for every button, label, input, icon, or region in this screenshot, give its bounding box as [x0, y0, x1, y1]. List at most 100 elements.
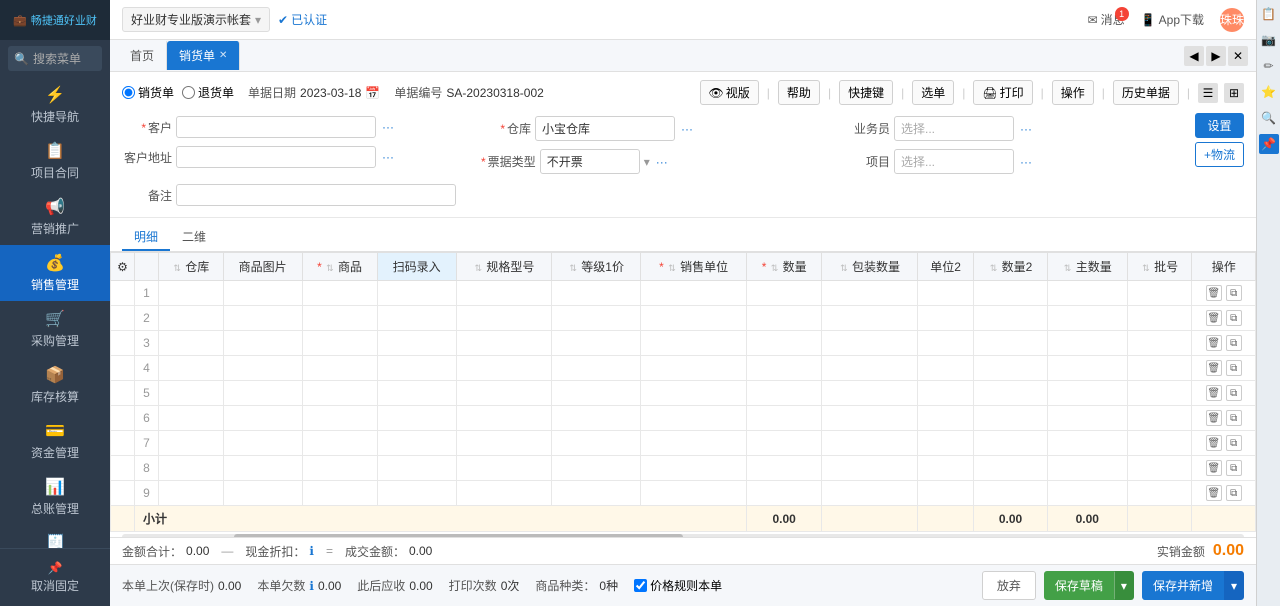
radio-return-input[interactable] [182, 86, 195, 99]
delete-row-2-btn[interactable]: 🗑 [1206, 310, 1222, 326]
td-bt-3[interactable] [1127, 331, 1192, 356]
app-download-button[interactable]: 📱 App下载 [1141, 11, 1204, 28]
radio-sale-input[interactable] [122, 86, 135, 99]
td-mq-3[interactable] [1047, 331, 1127, 356]
select-btn[interactable]: 选单 [912, 80, 954, 105]
td-price1-2[interactable] [552, 306, 641, 331]
delete-row-3-btn[interactable]: 🗑 [1206, 335, 1222, 351]
copy-row-9-btn[interactable]: ⧉ [1226, 485, 1242, 501]
td-qty-1[interactable] [747, 281, 822, 306]
th-sale-unit[interactable]: * ⇅ 销售单位 [641, 253, 747, 281]
td-spec-2[interactable] [456, 306, 552, 331]
td-warehouse-2[interactable] [159, 306, 224, 331]
company-selector[interactable]: 好业财专业版演示帐套 ▾ [122, 7, 270, 32]
save-draft-arrow-btn[interactable]: ▾ [1114, 571, 1134, 600]
sidebar-item-marketing[interactable]: 📢 营销推广 [0, 189, 110, 245]
th-product[interactable]: * ⇅ 商品 [302, 253, 377, 281]
td-barcode-1[interactable] [377, 281, 456, 306]
copy-row-4-btn[interactable]: ⧉ [1226, 360, 1242, 376]
panel-icon-1[interactable]: 📋 [1259, 4, 1279, 24]
td-batch-1[interactable] [1127, 281, 1192, 306]
tab-detail[interactable]: 明细 [122, 224, 170, 251]
th-qty2[interactable]: ⇅ 数量2 [974, 253, 1047, 281]
td-su-3[interactable] [641, 331, 747, 356]
tab-close-icon[interactable]: ✕ [219, 50, 227, 61]
panel-icon-5[interactable]: 🔍 [1259, 108, 1279, 128]
sidebar-cancel-fixed[interactable]: 📌 取消固定 [0, 555, 110, 600]
td-pr-3[interactable] [552, 331, 641, 356]
th-warehouse[interactable]: ⇅ 仓库 [159, 253, 224, 281]
copy-row-3-btn[interactable]: ⧉ [1226, 335, 1242, 351]
salesperson-input[interactable]: 选择... [894, 116, 1014, 141]
td-w-3[interactable] [159, 331, 224, 356]
td-s-3[interactable] [456, 331, 552, 356]
th-main-qty[interactable]: ⇅ 主数量 [1047, 253, 1127, 281]
delete-row-9-btn[interactable]: 🗑 [1206, 485, 1222, 501]
td-p-3[interactable] [302, 331, 377, 356]
calendar-icon[interactable]: 📅 [365, 86, 380, 100]
delete-row-1-btn[interactable]: 🗑 [1206, 285, 1222, 301]
sidebar-item-sales[interactable]: 💰 销售管理 [0, 245, 110, 301]
help-btn[interactable]: 帮助 [778, 80, 820, 105]
td-product-2[interactable] [302, 306, 377, 331]
td-qty2-2[interactable] [974, 306, 1047, 331]
info-icon[interactable]: ℹ [309, 544, 314, 558]
panel-icon-3[interactable]: ✏ [1259, 56, 1279, 76]
sidebar-item-funds[interactable]: 💳 资金管理 [0, 413, 110, 469]
invoice-dots-btn[interactable]: ··· [656, 155, 668, 169]
panel-icon-2[interactable]: 📷 [1259, 30, 1279, 50]
layout-list-btn[interactable]: ☰ [1198, 83, 1218, 103]
invoice-dropdown-icon[interactable]: ▾ [644, 155, 650, 169]
tab-next-button[interactable]: ▶ [1206, 46, 1226, 66]
project-dots-btn[interactable]: ··· [1020, 155, 1032, 169]
view-btn[interactable]: 👁 视版 [700, 80, 759, 105]
save-new-arrow-btn[interactable]: ▾ [1224, 571, 1244, 600]
td-pack-qty-2[interactable] [822, 306, 918, 331]
td-qty-2[interactable] [747, 306, 822, 331]
tab-close-all-button[interactable]: ✕ [1228, 46, 1248, 66]
warehouse-dots-btn[interactable]: ··· [681, 122, 693, 136]
th-batch[interactable]: ⇅ 批号 [1127, 253, 1192, 281]
help-icon[interactable]: ℹ [309, 579, 314, 593]
panel-icon-4[interactable]: ⭐ [1259, 82, 1279, 102]
layout-grid-btn[interactable]: ⊞ [1224, 83, 1244, 103]
price-rule-checkbox[interactable] [634, 579, 647, 592]
invoice-value[interactable]: 不开票 [540, 149, 640, 174]
th-pack-qty[interactable]: ⇅ 包装数量 [822, 253, 918, 281]
sidebar-item-general[interactable]: 📊 总账管理 [0, 469, 110, 525]
message-button[interactable]: ✉ 消息 1 [1088, 11, 1125, 28]
td-main-qty-2[interactable] [1047, 306, 1127, 331]
td-spec-1[interactable] [456, 281, 552, 306]
save-new-main-btn[interactable]: 保存并新增 [1142, 571, 1224, 600]
table-scroll[interactable]: ⚙ ⇅ 仓库 商品图片 * ⇅ 商品 扫码录入 [110, 252, 1256, 537]
customer-input[interactable] [176, 116, 376, 138]
delete-row-8-btn[interactable]: 🗑 [1206, 460, 1222, 476]
sidebar-item-quick-nav[interactable]: ⚡ 快捷导航 [0, 77, 110, 133]
sidebar-item-invoice[interactable]: 🧾 发票管理 [0, 525, 110, 548]
radio-return[interactable]: 退货单 [182, 84, 234, 101]
th-qty[interactable]: * ⇅ 数量 [747, 253, 822, 281]
add-goods-button[interactable]: +物流 [1195, 142, 1244, 167]
copy-row-8-btn[interactable]: ⧉ [1226, 460, 1242, 476]
copy-row-2-btn[interactable]: ⧉ [1226, 310, 1242, 326]
customer-dots-btn[interactable]: ··· [382, 120, 394, 134]
td-sale-unit-2[interactable] [641, 306, 747, 331]
sidebar-item-project[interactable]: 📋 项目合同 [0, 133, 110, 189]
settings-button[interactable]: 设置 [1195, 113, 1244, 138]
th-barcode[interactable]: 扫码录入 [377, 253, 456, 281]
delete-row-7-btn[interactable]: 🗑 [1206, 435, 1222, 451]
operate-btn[interactable]: 操作 [1052, 80, 1094, 105]
copy-row-1-btn[interactable]: ⧉ [1226, 285, 1242, 301]
delete-row-4-btn[interactable]: 🗑 [1206, 360, 1222, 376]
panel-icon-6[interactable]: 📌 [1259, 134, 1279, 154]
td-main-qty-1[interactable] [1047, 281, 1127, 306]
td-warehouse-1[interactable] [159, 281, 224, 306]
radio-sale[interactable]: 销货单 [122, 84, 174, 101]
td-barcode-2[interactable] [377, 306, 456, 331]
shortcut-btn[interactable]: 快捷键 [839, 80, 893, 105]
th-price1[interactable]: ⇅ 等级1价 [552, 253, 641, 281]
td-pq-3[interactable] [822, 331, 918, 356]
addr-dots-btn[interactable]: ··· [382, 150, 394, 164]
copy-row-7-btn[interactable]: ⧉ [1226, 435, 1242, 451]
delete-row-6-btn[interactable]: 🗑 [1206, 410, 1222, 426]
